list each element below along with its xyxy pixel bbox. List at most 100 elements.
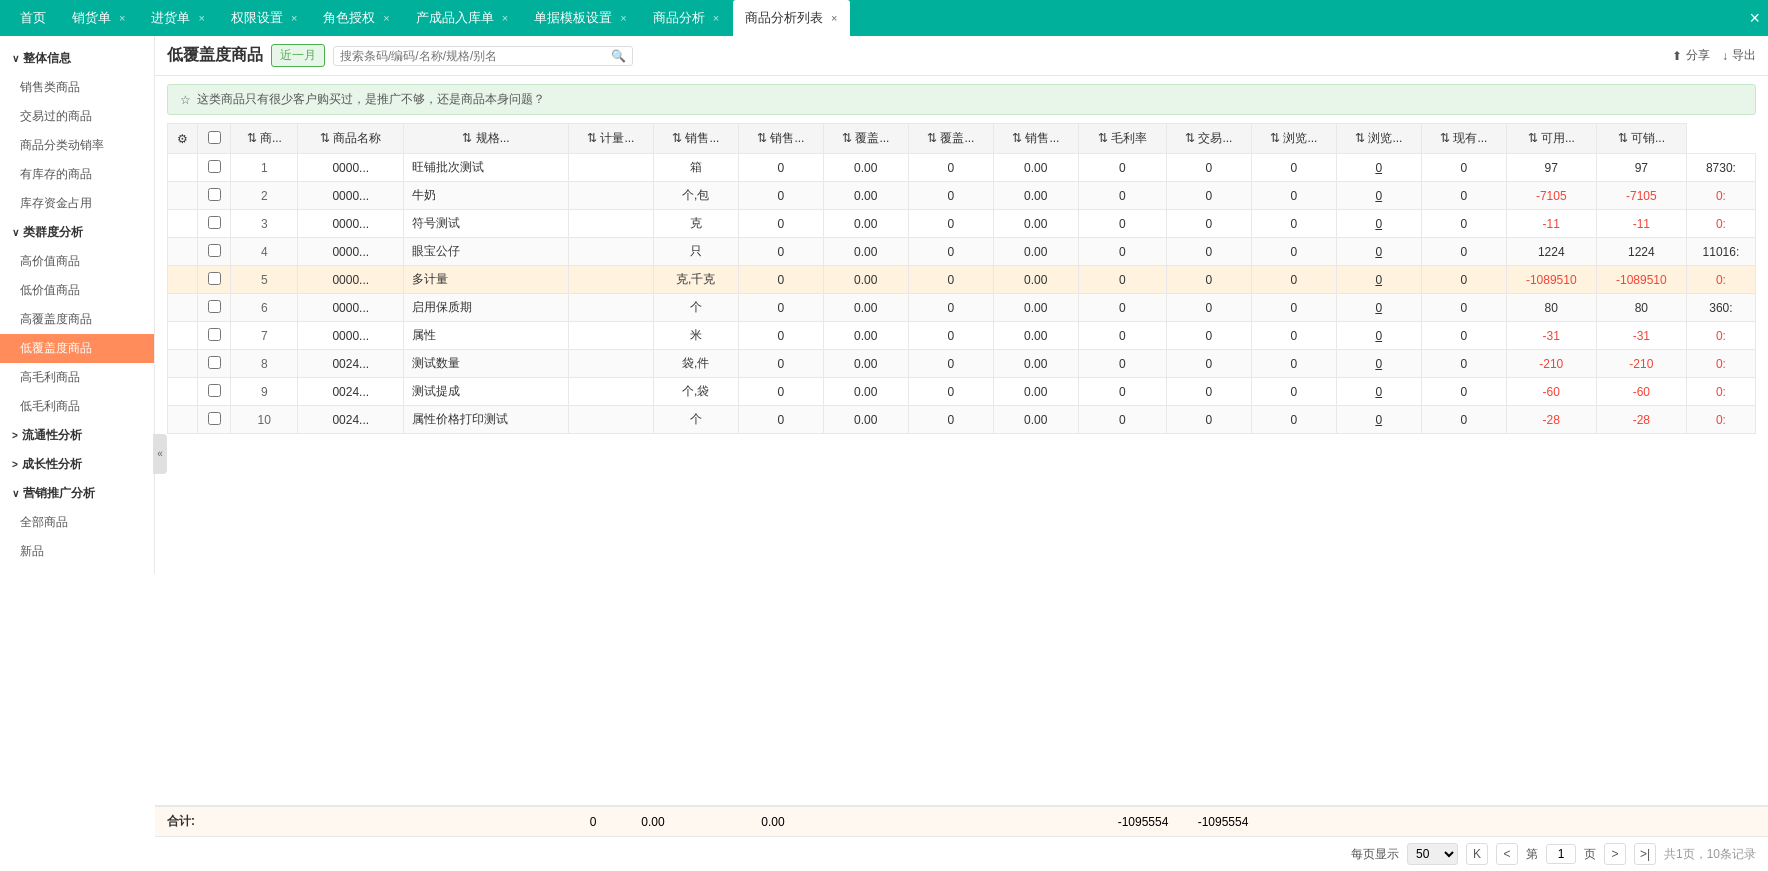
browse-link[interactable]: 0 <box>1375 301 1382 315</box>
sidebar-item-high-profit[interactable]: 高毛利商品 <box>0 363 154 392</box>
sidebar-item-high-value[interactable]: 高价值商品 <box>0 247 154 276</box>
browse-link[interactable]: 0 <box>1375 329 1382 343</box>
sidebar-section-growth[interactable]: > 成长性分析 <box>0 450 154 479</box>
table-container[interactable]: ⚙ ⇅ 商... ⇅ 商品名称 ⇅ 规格... ⇅ 计量... ⇅ 销售... … <box>155 123 1768 805</box>
select-all-checkbox[interactable] <box>208 131 221 144</box>
nav-template-close[interactable]: × <box>620 0 626 36</box>
sidebar-section-circulation[interactable]: > 流通性分析 <box>0 421 154 450</box>
th-stock3[interactable]: ⇅ 可销... <box>1596 124 1686 154</box>
browse-link[interactable]: 0 <box>1375 217 1382 231</box>
next-page-button[interactable]: > <box>1604 843 1626 865</box>
th-sales2[interactable]: ⇅ 销售... <box>993 124 1078 154</box>
sidebar-item-high-coverage[interactable]: 高覆盖度商品 <box>0 305 154 334</box>
nav-sales[interactable]: 销货单 × <box>60 0 137 36</box>
nav-product-analysis-list[interactable]: 商品分析列表 × <box>733 0 849 36</box>
th-code[interactable]: ⇅ 商... <box>231 124 298 154</box>
last-page-button[interactable]: >| <box>1634 843 1656 865</box>
sidebar-item-in-stock[interactable]: 有库存的商品 <box>0 160 154 189</box>
th-checkbox[interactable] <box>198 124 231 154</box>
export-button[interactable]: ↓ 导出 <box>1722 47 1756 64</box>
browse-link[interactable]: 0 <box>1375 273 1382 287</box>
nav-purchase-close[interactable]: × <box>198 0 204 36</box>
nav-permission-close[interactable]: × <box>291 0 297 36</box>
th-settings[interactable]: ⚙ <box>168 124 198 154</box>
search-input[interactable] <box>340 49 611 63</box>
browse-link[interactable]: 0 <box>1375 245 1382 259</box>
table-cell: 0.00 <box>993 294 1078 322</box>
table-cell: 0 <box>1421 322 1506 350</box>
sidebar-item-low-value[interactable]: 低价值商品 <box>0 276 154 305</box>
sidebar-item-category-rate[interactable]: 商品分类动销率 <box>0 131 154 160</box>
sidebar-item-all-products[interactable]: 全部商品 <box>0 508 154 537</box>
table-cell <box>168 378 198 406</box>
row-checkbox[interactable] <box>208 384 221 397</box>
page-size-select[interactable]: 50 100 200 <box>1407 843 1458 865</box>
table-cell: 0 <box>1336 266 1421 294</box>
page-title: 低覆盖度商品 <box>167 45 263 66</box>
table-cell: 测试数量 <box>404 350 568 378</box>
sidebar-section-cluster[interactable]: ∨ 类群度分析 <box>0 218 154 247</box>
sidebar-collapse-button[interactable]: « <box>153 434 167 474</box>
nav-role[interactable]: 角色授权 × <box>311 0 401 36</box>
row-checkbox[interactable] <box>208 356 221 369</box>
th-browse2[interactable]: ⇅ 浏览... <box>1336 124 1421 154</box>
nav-role-close[interactable]: × <box>383 0 389 36</box>
row-checkbox[interactable] <box>208 272 221 285</box>
sidebar-item-low-profit[interactable]: 低毛利商品 <box>0 392 154 421</box>
browse-link[interactable]: 0 <box>1375 161 1382 175</box>
window-close-button[interactable]: × <box>1749 8 1760 29</box>
th-browse1[interactable]: ⇅ 浏览... <box>1251 124 1336 154</box>
browse-link[interactable]: 0 <box>1375 385 1382 399</box>
current-page-input[interactable] <box>1546 844 1576 864</box>
nav-permission[interactable]: 权限设置 × <box>219 0 309 36</box>
th-name[interactable]: ⇅ 商品名称 <box>298 124 404 154</box>
nav-product-analysis[interactable]: 商品分析 × <box>641 0 731 36</box>
sidebar-section-overall[interactable]: ∨ 整体信息 <box>0 44 154 73</box>
sidebar-section-marketing[interactable]: ∨ 营销推广分析 <box>0 479 154 508</box>
th-stock2[interactable]: ⇅ 可用... <box>1506 124 1596 154</box>
nav-product-warehouse[interactable]: 产成品入库单 × <box>404 0 520 36</box>
table-cell: 0: <box>1686 210 1755 238</box>
nav-product-analysis-list-close[interactable]: × <box>831 0 837 36</box>
table-cell: 0 <box>738 266 823 294</box>
table-cell: 0 <box>1078 378 1166 406</box>
row-checkbox[interactable] <box>208 188 221 201</box>
first-page-button[interactable]: K <box>1466 843 1488 865</box>
sidebar-item-low-coverage[interactable]: 低覆盖度商品 <box>0 334 154 363</box>
prev-page-button[interactable]: < <box>1496 843 1518 865</box>
sidebar-item-new-products[interactable]: 新品 <box>0 537 154 566</box>
browse-link[interactable]: 0 <box>1375 413 1382 427</box>
sidebar-item-stock-capital[interactable]: 库存资金占用 <box>0 189 154 218</box>
browse-link[interactable]: 0 <box>1375 357 1382 371</box>
th-gross[interactable]: ⇅ 毛利率 <box>1078 124 1166 154</box>
th-cover2[interactable]: ⇅ 覆盖... <box>908 124 993 154</box>
table-row: 50000...多计量克,千克00.0000.0000000-1089510-1… <box>168 266 1756 294</box>
row-checkbox[interactable] <box>208 300 221 313</box>
nav-purchase[interactable]: 进货单 × <box>139 0 216 36</box>
sidebar-item-sales-products[interactable]: 销售类商品 <box>0 73 154 102</box>
row-checkbox[interactable] <box>208 244 221 257</box>
nav-template[interactable]: 单据模板设置 × <box>522 0 638 36</box>
row-checkbox[interactable] <box>208 160 221 173</box>
row-checkbox[interactable] <box>208 412 221 425</box>
th-cover1[interactable]: ⇅ 覆盖... <box>823 124 908 154</box>
th-salesamt[interactable]: ⇅ 销售... <box>738 124 823 154</box>
nav-product-analysis-close[interactable]: × <box>713 0 719 36</box>
th-salesqty[interactable]: ⇅ 销售... <box>653 124 738 154</box>
row-checkbox[interactable] <box>208 216 221 229</box>
row-checkbox[interactable] <box>208 328 221 341</box>
table-row: 100024...属性价格打印测试个00.0000.0000000-28-280… <box>168 406 1756 434</box>
nav-product-warehouse-close[interactable]: × <box>502 0 508 36</box>
date-filter-button[interactable]: 近一月 <box>271 44 325 67</box>
th-stock1[interactable]: ⇅ 现有... <box>1421 124 1506 154</box>
th-trade[interactable]: ⇅ 交易... <box>1166 124 1251 154</box>
nav-home[interactable]: 首页 <box>8 0 58 36</box>
sidebar-item-traded-products[interactable]: 交易过的商品 <box>0 102 154 131</box>
search-box: 🔍 <box>333 46 633 66</box>
browse-link[interactable]: 0 <box>1375 189 1382 203</box>
share-button[interactable]: ⬆ 分享 <box>1672 47 1710 64</box>
th-spec[interactable]: ⇅ 规格... <box>404 124 568 154</box>
nav-sales-close[interactable]: × <box>119 0 125 36</box>
table-cell: 箱 <box>653 154 738 182</box>
th-unit[interactable]: ⇅ 计量... <box>568 124 653 154</box>
